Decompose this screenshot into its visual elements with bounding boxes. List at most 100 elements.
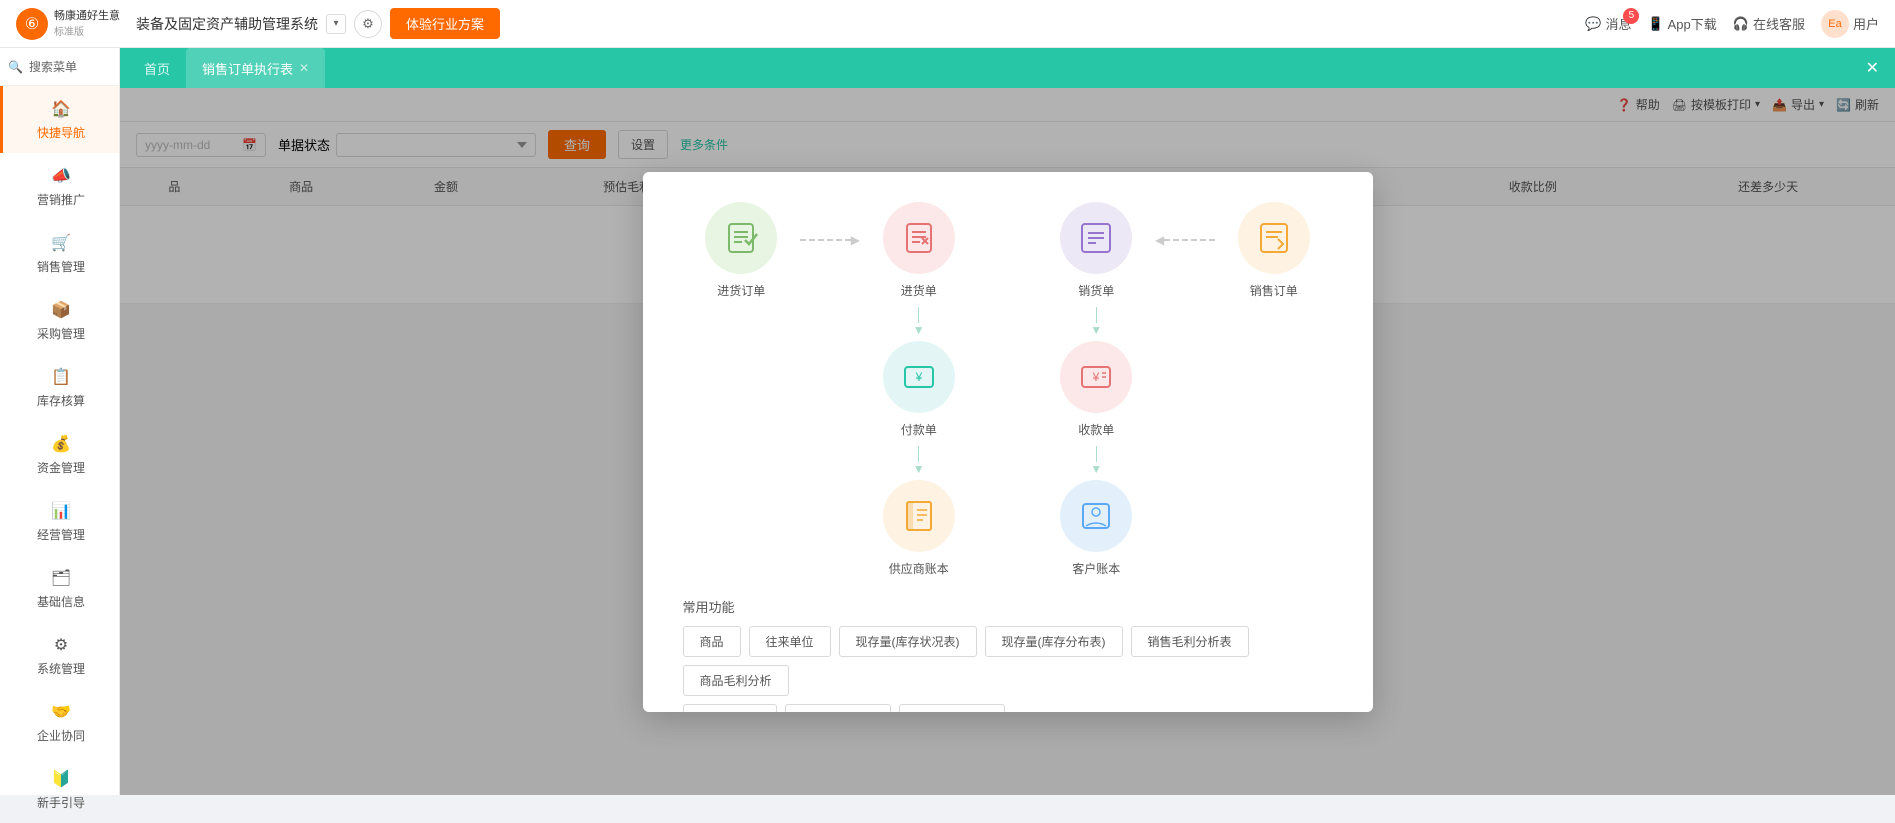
logo-icon: ⑥ — [16, 8, 48, 40]
system-dropdown-btn[interactable]: ▾ — [326, 14, 346, 34]
purchase-bill-circle — [883, 202, 955, 274]
guide-icon: 🔰 — [50, 768, 72, 790]
online-service-label: 在线客服 — [1753, 14, 1805, 33]
customer-ledger-label: 客户账本 — [1072, 560, 1120, 577]
marketing-icon: 📣 — [50, 165, 72, 187]
tab-home[interactable]: 首页 — [128, 48, 186, 88]
logo-area: ⑥ 畅康通好生意 标准版 — [16, 8, 136, 40]
sidebar-item-label: 销售管理 — [37, 258, 85, 275]
sidebar-item-label: 采购管理 — [37, 325, 85, 342]
v-connector-4: ▼ — [1038, 446, 1156, 476]
search-icon: 🔍 — [8, 60, 23, 74]
flow-sales-bill[interactable]: 销货单 — [1038, 202, 1156, 299]
customer-ledger-circle — [1060, 480, 1132, 552]
download-icon: 📱 — [1647, 16, 1663, 32]
sidebar-item-label: 基础信息 — [37, 593, 85, 610]
func-buttons-row2: 销售排行榜 收款情况统计 付款情况统计 — [683, 704, 1333, 712]
func-btn-goods-gross[interactable]: 商品毛利分析 — [683, 665, 789, 696]
supplier-ledger-label: 供应商账本 — [889, 560, 949, 577]
sidebar-item-label: 企业协同 — [37, 727, 85, 744]
func-btn-sales-gross[interactable]: 销售毛利分析表 — [1131, 626, 1249, 657]
flow-modal: 进货订单 ▶ 进货单 — [643, 172, 1373, 712]
settings-icon-btn[interactable]: ⚙ — [354, 10, 382, 38]
func-btn-partner[interactable]: 往来单位 — [749, 626, 831, 657]
func-btn-payment-stats[interactable]: 付款情况统计 — [899, 704, 1005, 712]
sidebar-item-label: 经营管理 — [37, 526, 85, 543]
app-download-btn[interactable]: 📱 App下载 — [1647, 14, 1716, 33]
flow-purchase-bill[interactable]: 进货单 — [860, 202, 978, 299]
sidebar-item-label: 资金管理 — [37, 459, 85, 476]
tab-close-icon[interactable]: ✕ — [299, 61, 309, 75]
sidebar-item-label: 库存核算 — [37, 392, 85, 409]
func-btn-stock-dist[interactable]: 现存量(库存分布表) — [985, 626, 1123, 657]
message-badge: 5 — [1623, 8, 1639, 24]
flow-receipt-slip[interactable]: ¥ 收款单 — [1038, 341, 1156, 438]
tab-sales-order[interactable]: 销售订单执行表 ✕ — [186, 48, 325, 88]
logo-sub: 标准版 — [54, 23, 120, 38]
online-service-btn[interactable]: 🎧 在线客服 — [1733, 14, 1805, 33]
logo-text: 畅康通好生意 — [54, 9, 120, 23]
sidebar-item-enterprise[interactable]: 🤝 企业协同 — [0, 689, 119, 756]
message-btn[interactable]: 💬 消息 5 — [1585, 14, 1631, 33]
sidebar-search[interactable]: 🔍 搜索菜单 — [0, 48, 119, 86]
sales-order-tab-label: 销售订单执行表 — [202, 59, 293, 78]
system-title: 装备及固定资产辅助管理系统 — [136, 14, 318, 34]
tab-bar-close-btn[interactable]: ✕ — [1858, 58, 1887, 78]
app-download-label: App下载 — [1668, 14, 1717, 33]
trial-button[interactable]: 体验行业方案 — [390, 8, 500, 39]
purchase-icon: 📦 — [50, 299, 72, 321]
func-btn-receipt-stats[interactable]: 收款情况统计 — [785, 704, 891, 712]
func-buttons-row1: 商品 往来单位 现存量(库存状况表) 现存量(库存分布表) 销售毛利分析表 商品… — [683, 626, 1333, 696]
flow-supplier-ledger[interactable]: 供应商账本 — [860, 480, 978, 577]
v-connector-1: ▼ — [860, 307, 978, 337]
sidebar-item-guide[interactable]: 🔰 新手引导 — [0, 756, 119, 823]
sidebar-item-label: 系统管理 — [37, 660, 85, 677]
quick-nav-icon: 🏠 — [50, 98, 72, 120]
user-avatar: Ea — [1821, 10, 1849, 38]
flow-payment-slip[interactable]: ¥ 付款单 — [860, 341, 978, 438]
sidebar-item-label: 快捷导航 — [37, 124, 85, 141]
func-btn-stock-status[interactable]: 现存量(库存状况表) — [839, 626, 977, 657]
sales-bill-circle — [1060, 202, 1132, 274]
sales-order-label: 销售订单 — [1250, 282, 1298, 299]
modal-overlay[interactable]: 进货订单 ▶ 进货单 — [120, 88, 1895, 795]
header-right: 💬 消息 5 📱 App下载 🎧 在线客服 Ea 用户 — [1585, 10, 1879, 38]
payment-slip-circle: ¥ — [883, 341, 955, 413]
sidebar-item-quick-nav[interactable]: 🏠 快捷导航 — [0, 86, 119, 153]
flow-purchase-order[interactable]: 进货订单 — [683, 202, 801, 299]
service-icon: 🎧 — [1733, 16, 1749, 32]
flow-row-mid: ¥ 付款单 ¥ 收款单 — [683, 341, 1333, 438]
sidebar-item-basic-info[interactable]: 🗂 基础信息 — [0, 555, 119, 622]
v-connector-3: ▼ — [860, 446, 978, 476]
sidebar-item-finance[interactable]: 💰 资金管理 — [0, 421, 119, 488]
purchase-order-circle — [705, 202, 777, 274]
flow-row-top: 进货订单 ▶ 进货单 — [683, 202, 1333, 299]
user-area[interactable]: Ea 用户 — [1821, 10, 1879, 38]
sidebar-item-operations[interactable]: 📊 经营管理 — [0, 488, 119, 555]
common-functions-title: 常用功能 — [683, 597, 1333, 616]
flow-customer-ledger[interactable]: 客户账本 — [1038, 480, 1156, 577]
sales-order-circle — [1238, 202, 1310, 274]
basic-info-icon: 🗂 — [50, 567, 72, 589]
sidebar-item-inventory[interactable]: 📋 库存核算 — [0, 354, 119, 421]
flow-sales-order[interactable]: 销售订单 — [1215, 202, 1333, 299]
enterprise-icon: 🤝 — [50, 701, 72, 723]
sales-icon: 🛒 — [50, 232, 72, 254]
sidebar-item-marketing[interactable]: 📣 营销推广 — [0, 153, 119, 220]
func-btn-sales-rank[interactable]: 销售排行榜 — [683, 704, 777, 712]
svg-text:¥: ¥ — [1092, 370, 1100, 384]
connector-row-2: ▼ ▼ — [683, 446, 1333, 476]
sidebar-item-label: 营销推广 — [37, 191, 85, 208]
tab-bar: 首页 销售订单执行表 ✕ ✕ — [120, 48, 1895, 88]
payment-slip-label: 付款单 — [901, 421, 937, 438]
connector-row: ▼ ▼ — [683, 307, 1333, 337]
sidebar-item-system[interactable]: ⚙ 系统管理 — [0, 622, 119, 689]
inventory-icon: 📋 — [50, 366, 72, 388]
common-functions: 常用功能 商品 往来单位 现存量(库存状况表) 现存量(库存分布表) 销售毛利分… — [683, 597, 1333, 712]
logo-text-block: 畅康通好生意 标准版 — [54, 9, 120, 38]
sidebar-item-sales[interactable]: 🛒 销售管理 — [0, 220, 119, 287]
top-header: ⑥ 畅康通好生意 标准版 装备及固定资产辅助管理系统 ▾ ⚙ 体验行业方案 💬 … — [0, 0, 1895, 48]
page-content: ❓ 帮助 🖨 按模板打印 ▾ 📤 导出 ▾ 🔄 — [120, 88, 1895, 795]
sidebar-item-purchase[interactable]: 📦 采购管理 — [0, 287, 119, 354]
func-btn-goods[interactable]: 商品 — [683, 626, 741, 657]
